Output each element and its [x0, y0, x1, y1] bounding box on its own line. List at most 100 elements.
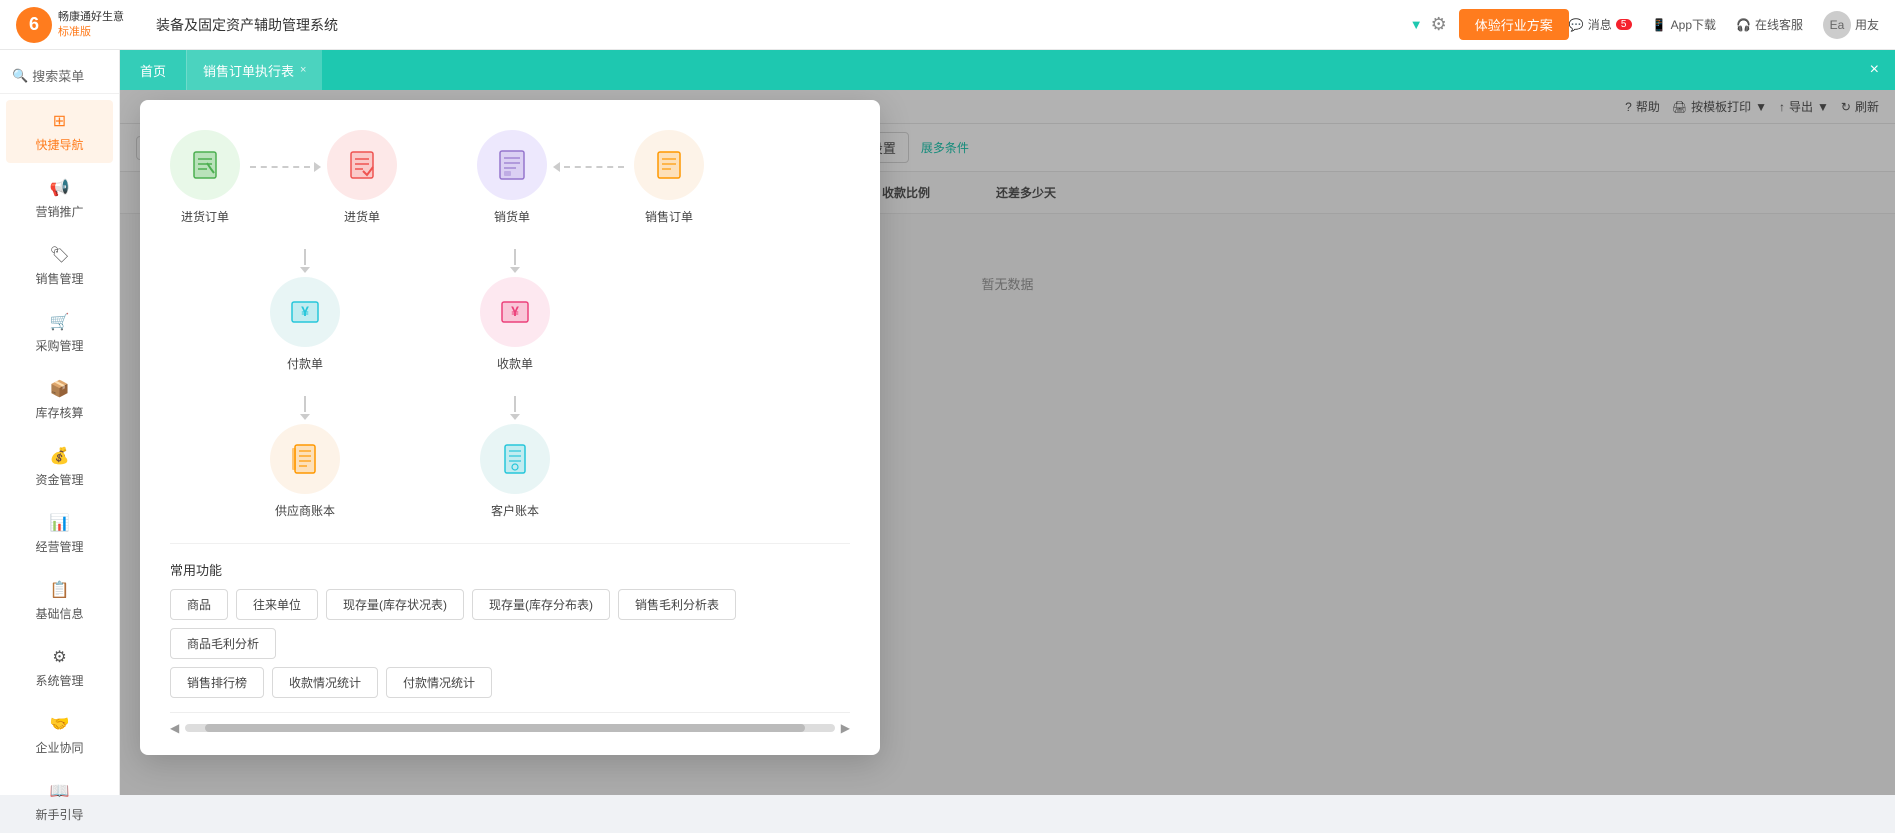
flow-payment-col: ¥ 付款单 — [270, 249, 340, 372]
supplier-ledger-label: 供应商账本 — [275, 502, 335, 519]
header-icon-group: 💬 消息 5 📱 App下载 🎧 在线客服 Ea 用友 — [1569, 11, 1879, 39]
top-header: 6 畅康通好生意 标准版 装备及固定资产辅助管理系统 ▼ ⚙ 体验行业方案 💬 … — [0, 0, 1895, 50]
flow-row-3: 供应商账本 — [270, 396, 850, 519]
flow-node-supplier-ledger[interactable]: 供应商账本 — [270, 424, 340, 519]
flow-node-purchase-order[interactable]: 进货订单 — [170, 130, 240, 225]
service-icon: 🎧 — [1736, 18, 1751, 32]
cf-btn-payment-stats[interactable]: 付款情况统计 — [386, 667, 492, 698]
purchase-order-circle — [170, 130, 240, 200]
customer-ledger-label: 客户账本 — [491, 502, 539, 519]
logo-area: 6 畅康通好生意 标准版 — [16, 7, 136, 43]
operation-icon: 📊 — [49, 512, 71, 534]
modal-overlay: 进货订单 — [120, 90, 1895, 795]
flow-diagram-row: 进货订单 — [170, 130, 850, 225]
customer-ledger-circle — [480, 424, 550, 494]
sidebar-item-inventory[interactable]: 📦 库存核算 — [6, 368, 113, 431]
cooperation-icon: 🤝 — [49, 713, 71, 735]
logo-text: 畅康通好生意 标准版 — [58, 10, 124, 39]
purchase-icon: 🛒 — [49, 311, 71, 333]
flow-receipt-col: ¥ 收款单 — [480, 249, 550, 372]
system-icon: ⚙ — [49, 646, 71, 668]
flow-customer-col: 客户账本 — [480, 396, 550, 519]
content-area: 首页 销售订单执行表 × × ? 帮助 🖨 按模板打印 — [120, 50, 1895, 795]
flow-right: 销货单 — [477, 130, 704, 225]
cf-btn-receipt-stats[interactable]: 收款情况统计 — [272, 667, 378, 698]
flow-left: 进货订单 — [170, 130, 397, 225]
main-layout: 🔍 搜索菜单 ⊞ 快捷导航 📢 营销推广 🏷 销售管理 🛒 采购管理 📦 库存核… — [0, 50, 1895, 795]
cf-btn-partner[interactable]: 往来单位 — [236, 589, 318, 620]
flow-node-payment[interactable]: ¥ 付款单 — [270, 277, 340, 372]
sidebar-search[interactable]: 🔍 搜索菜单 — [0, 58, 119, 94]
sidebar-item-finance[interactable]: 💰 资金管理 — [6, 435, 113, 498]
svg-text:¥: ¥ — [301, 303, 309, 319]
quick-nav-icon: ⊞ — [49, 110, 71, 132]
flow-node-sales-bill[interactable]: 销货单 — [477, 130, 547, 225]
cf-buttons-row2: 销售排行榜 收款情况统计 付款情况统计 — [170, 667, 850, 698]
sidebar-item-guide[interactable]: 📖 新手引导 — [6, 770, 113, 833]
sidebar-item-operation[interactable]: 📊 经营管理 — [6, 502, 113, 565]
cf-btn-product-margin[interactable]: 商品毛利分析 — [170, 628, 276, 659]
cf-btn-stock-status[interactable]: 现存量(库存状况表) — [326, 589, 464, 620]
inventory-icon: 📦 — [49, 378, 71, 400]
sidebar: 🔍 搜索菜单 ⊞ 快捷导航 📢 营销推广 🏷 销售管理 🛒 采购管理 📦 库存核… — [0, 50, 120, 795]
message-badge: 5 — [1616, 19, 1632, 30]
sidebar-item-system[interactable]: ⚙ 系统管理 — [6, 636, 113, 699]
window-close-icon[interactable]: × — [1870, 61, 1879, 79]
tab-close-icon[interactable]: × — [300, 64, 306, 76]
cf-btn-sales-rank[interactable]: 销售排行榜 — [170, 667, 264, 698]
svg-text:¥: ¥ — [511, 303, 519, 319]
common-functions: 常用功能 商品 往来单位 现存量(库存状况表) 现存量(库存分布表) 销售毛利分… — [170, 543, 850, 698]
flow-node-receipt[interactable]: ¥ 收款单 — [480, 277, 550, 372]
sales-bill-label: 销货单 — [494, 208, 530, 225]
sidebar-item-quick-nav[interactable]: ⊞ 快捷导航 — [6, 100, 113, 163]
flow-node-customer-ledger[interactable]: 客户账本 — [480, 424, 550, 519]
cf-btn-stock-dist[interactable]: 现存量(库存分布表) — [472, 589, 610, 620]
scrollbar-track[interactable] — [185, 724, 835, 732]
flow-row-2: ¥ 付款单 — [270, 249, 850, 372]
message-item[interactable]: 💬 消息 5 — [1569, 16, 1632, 33]
supplier-ledger-circle — [270, 424, 340, 494]
guide-icon: 📖 — [49, 780, 71, 802]
app-download-item[interactable]: 📱 App下载 — [1652, 16, 1716, 33]
cf-btn-product[interactable]: 商品 — [170, 589, 228, 620]
flow-supplier-col: 供应商账本 — [270, 396, 340, 519]
system-controls: ▼ ⚙ — [1410, 14, 1447, 35]
cf-btn-sales-margin[interactable]: 销售毛利分析表 — [618, 589, 736, 620]
payment-circle: ¥ — [270, 277, 340, 347]
sidebar-item-marketing[interactable]: 📢 营销推广 — [6, 167, 113, 230]
message-icon: 💬 — [1569, 18, 1584, 32]
scroll-right-icon[interactable]: ▶ — [841, 721, 850, 735]
sidebar-item-basic[interactable]: 📋 基础信息 — [6, 569, 113, 632]
purchase-order-label: 进货订单 — [181, 208, 229, 225]
scrollbar-thumb — [205, 724, 805, 732]
cf-buttons-row1: 商品 往来单位 现存量(库存状况表) 现存量(库存分布表) 销售毛利分析表 商品… — [170, 589, 850, 659]
sales-bill-circle — [477, 130, 547, 200]
flow-node-sales-order[interactable]: 销售订单 — [634, 130, 704, 225]
marketing-icon: 📢 — [49, 177, 71, 199]
online-service-item[interactable]: 🎧 在线客服 — [1736, 16, 1803, 33]
sidebar-item-purchase[interactable]: 🛒 采购管理 — [6, 301, 113, 364]
sales-order-circle — [634, 130, 704, 200]
sales-order-label: 销售订单 — [645, 208, 693, 225]
modal-scrollbar: ◀ ▶ — [170, 712, 850, 735]
dropdown-btn[interactable]: ▼ — [1410, 17, 1423, 32]
page-content: ? 帮助 🖨 按模板打印 ▼ ↑ 导出 ▼ ↻ 刷 — [120, 90, 1895, 795]
search-icon: 🔍 — [12, 68, 28, 84]
purchase-bill-label: 进货单 — [344, 208, 380, 225]
receipt-label: 收款单 — [497, 355, 533, 372]
flow-node-purchase-bill[interactable]: 进货单 — [327, 130, 397, 225]
arrow-sales-order-to-bill — [553, 162, 628, 172]
scroll-left-icon[interactable]: ◀ — [170, 721, 179, 735]
sales-icon: 🏷 — [49, 244, 71, 266]
sidebar-item-cooperation[interactable]: 🤝 企业协同 — [6, 703, 113, 766]
logo-icon: 6 — [16, 7, 52, 43]
tab-sales-order[interactable]: 销售订单执行表 × — [186, 50, 322, 90]
sidebar-item-sales[interactable]: 🏷 销售管理 — [6, 234, 113, 297]
settings-btn[interactable]: ⚙ — [1431, 14, 1447, 35]
trial-button[interactable]: 体验行业方案 — [1459, 9, 1569, 40]
avatar: Ea — [1823, 11, 1851, 39]
basic-icon: 📋 — [49, 579, 71, 601]
app-icon: 📱 — [1652, 18, 1667, 32]
tab-home[interactable]: 首页 — [120, 50, 186, 90]
user-item[interactable]: Ea 用友 — [1823, 11, 1879, 39]
